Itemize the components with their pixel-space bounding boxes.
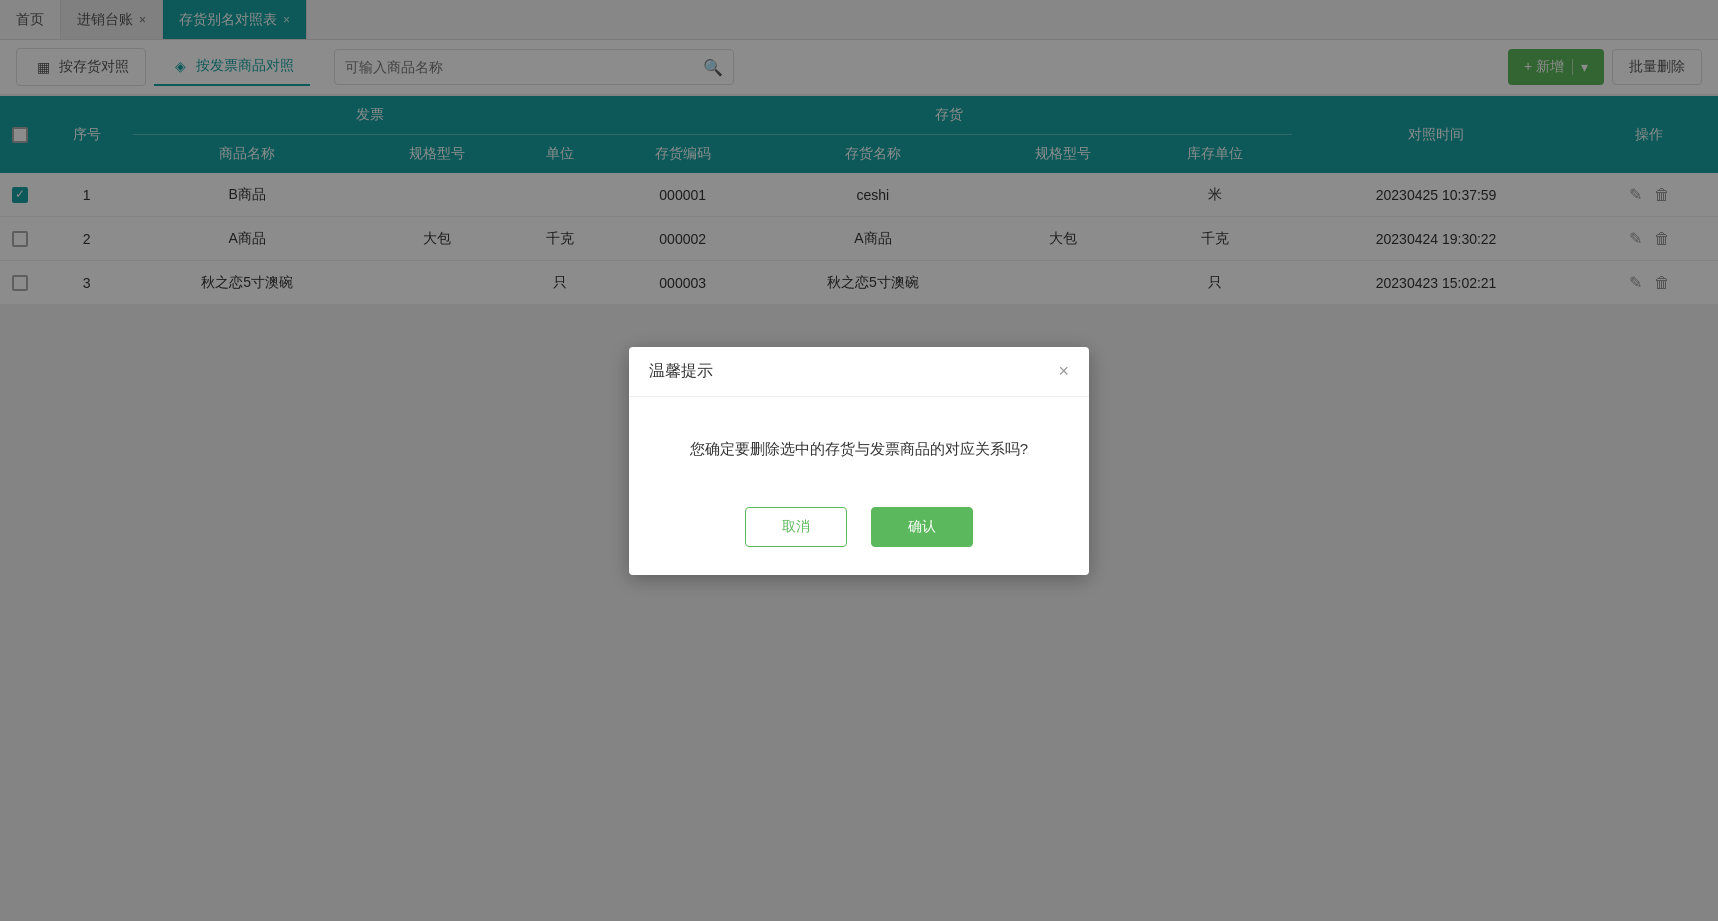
modal-title: 温馨提示 (649, 361, 713, 382)
modal-close-icon[interactable]: × (1058, 362, 1069, 380)
btn-confirm-label: 确认 (908, 518, 936, 534)
btn-cancel[interactable]: 取消 (745, 507, 847, 547)
modal-overlay[interactable]: 温馨提示 × 您确定要删除选中的存货与发票商品的对应关系吗? 取消 确认 (0, 0, 1718, 921)
modal-footer: 取消 确认 (629, 491, 1089, 575)
modal-header: 温馨提示 × (629, 347, 1089, 397)
modal-message: 您确定要删除选中的存货与发票商品的对应关系吗? (690, 440, 1028, 457)
btn-cancel-label: 取消 (782, 518, 810, 534)
modal-body: 您确定要删除选中的存货与发票商品的对应关系吗? (629, 397, 1089, 491)
btn-confirm[interactable]: 确认 (871, 507, 973, 547)
modal: 温馨提示 × 您确定要删除选中的存货与发票商品的对应关系吗? 取消 确认 (629, 347, 1089, 575)
